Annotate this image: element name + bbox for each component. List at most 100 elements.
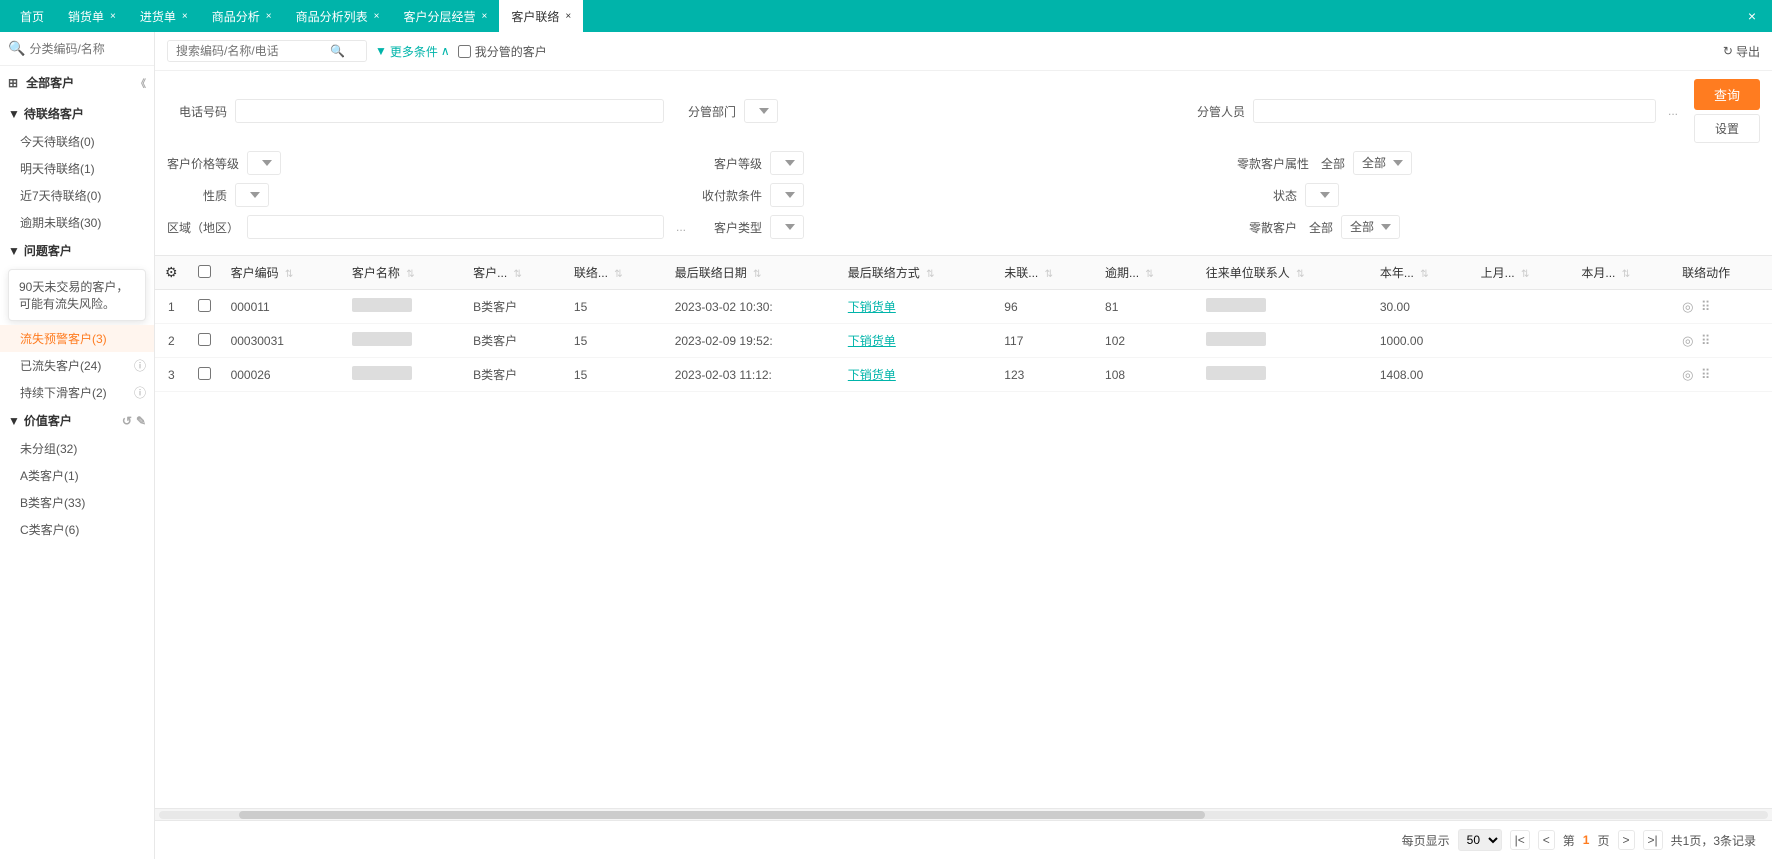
scrollbar-thumb[interactable] (239, 811, 1204, 819)
row-last-way-2[interactable]: 下销货单 (838, 324, 994, 358)
scrollbar-track[interactable] (159, 811, 1768, 819)
settings-icon[interactable]: ⚙ (165, 264, 178, 280)
filter-person: 分管人员 ... (1185, 99, 1682, 123)
table-container[interactable]: ⚙ 客户编码 ⇅ 客户名称 ⇅ (155, 256, 1772, 808)
nav-tab-product-analysis[interactable]: 商品分析 × (200, 0, 284, 32)
row-num-3: 3 (155, 358, 188, 392)
sidebar-item-ungrouped[interactable]: 未分组(32) (0, 435, 154, 462)
status-select[interactable] (1305, 183, 1339, 207)
customer-level-select[interactable] (770, 151, 804, 175)
more-action-btn[interactable]: ⠿ (1701, 333, 1711, 348)
sidebar-item-a-class[interactable]: A类客户(1) (0, 462, 154, 489)
sidebar-item-churned[interactable]: 已流失客户(24) ⓘ (0, 352, 154, 379)
sidebar-item-7days[interactable]: 近7天待联络(0) (0, 182, 154, 209)
th-checkbox[interactable] (188, 256, 221, 290)
zero-customer-select[interactable]: 全部 (1341, 215, 1400, 239)
select-all-checkbox[interactable] (198, 265, 211, 278)
row-actions-1[interactable]: ◎ ⠿ (1672, 290, 1772, 324)
pagination-next-btn[interactable]: > (1618, 830, 1635, 850)
contact-action-btn[interactable]: ◎ (1682, 333, 1693, 348)
collapse-icon[interactable]: 《 (136, 75, 146, 90)
th-last-way[interactable]: 最后联络方式 ⇅ (838, 256, 994, 290)
row-num-1: 1 (155, 290, 188, 324)
pagination-last-btn[interactable]: >| (1643, 830, 1663, 850)
pagination-first-btn[interactable]: |< (1510, 830, 1530, 850)
th-contact-person[interactable]: 往来单位联系人 ⇅ (1196, 256, 1370, 290)
th-unlocked[interactable]: 未联... ⇅ (994, 256, 1095, 290)
row-last-way-1[interactable]: 下销货单 (838, 290, 994, 324)
query-button[interactable]: 查询 (1694, 79, 1760, 110)
area-ellipsis[interactable]: ... (672, 218, 690, 236)
row-last-way-3[interactable]: 下销货单 (838, 358, 994, 392)
more-action-btn[interactable]: ⠿ (1701, 367, 1711, 382)
close-icon[interactable]: × (266, 11, 272, 22)
nav-tab-customer-contact[interactable]: 客户联络 × (499, 0, 583, 32)
payment-select[interactable] (770, 183, 804, 207)
sidebar-item-declining[interactable]: 持续下滑客户(2) ⓘ (0, 379, 154, 406)
row-checkbox-3[interactable] (188, 358, 221, 392)
sidebar-item-churn-warning[interactable]: 流失预警客户(3) (0, 325, 154, 352)
th-last-date[interactable]: 最后联络日期 ⇅ (665, 256, 838, 290)
nav-tab-customer-layer[interactable]: 客户分层经营 × (391, 0, 499, 32)
sidebar-search-input[interactable] (29, 42, 155, 56)
area-input[interactable] (247, 215, 664, 239)
nature-select[interactable] (235, 183, 269, 207)
zero-attr-select[interactable]: 全部 (1353, 151, 1412, 175)
close-icon[interactable]: × (182, 11, 188, 22)
row-checkbox-2[interactable] (188, 324, 221, 358)
sidebar-item-today[interactable]: 今天待联络(0) (0, 128, 154, 155)
th-settings[interactable]: ⚙ (155, 256, 188, 290)
close-icon[interactable]: × (374, 11, 380, 22)
sidebar-section-problem[interactable]: ▼ 问题客户 (0, 236, 154, 265)
more-conditions-btn[interactable]: ▼ 更多条件 ∧ (375, 43, 450, 60)
nav-tab-sales[interactable]: 销货单 × (56, 0, 128, 32)
row-select-2[interactable] (198, 333, 211, 346)
refresh-icon[interactable]: ↺ (122, 414, 132, 428)
per-page-select[interactable]: 50 (1458, 829, 1502, 851)
export-btn[interactable]: ↻ 导出 (1723, 43, 1760, 60)
sidebar-item-tomorrow[interactable]: 明天待联络(1) (0, 155, 154, 182)
row-actions-3[interactable]: ◎ ⠿ (1672, 358, 1772, 392)
close-icon[interactable]: × (110, 11, 116, 22)
row-actions-2[interactable]: ◎ ⠿ (1672, 324, 1772, 358)
contact-action-btn[interactable]: ◎ (1682, 299, 1693, 314)
my-customers-filter[interactable]: 我分管的客户 (458, 43, 547, 60)
edit-icon[interactable]: ✎ (136, 414, 146, 428)
more-action-btn[interactable]: ⠿ (1701, 299, 1711, 314)
row-select-3[interactable] (198, 367, 211, 380)
th-type[interactable]: 客户... ⇅ (463, 256, 564, 290)
pagination-prev-btn[interactable]: < (1538, 830, 1555, 850)
nav-home[interactable]: 首页 (8, 0, 56, 32)
person-ellipsis[interactable]: ... (1664, 102, 1682, 120)
th-name[interactable]: 客户名称 ⇅ (342, 256, 463, 290)
contact-action-btn[interactable]: ◎ (1682, 367, 1693, 382)
horizontal-scrollbar[interactable] (155, 808, 1772, 820)
row-select-1[interactable] (198, 299, 211, 312)
close-icon[interactable]: × (565, 11, 571, 22)
nav-tab-purchase[interactable]: 进货单 × (128, 0, 200, 32)
th-last-month[interactable]: 上月... ⇅ (1471, 256, 1572, 290)
dept-select[interactable] (744, 99, 778, 123)
th-year-amount[interactable]: 本年... ⇅ (1370, 256, 1471, 290)
sidebar-item-c-class[interactable]: C类客户(6) (0, 516, 154, 543)
th-this-month[interactable]: 本月... ⇅ (1571, 256, 1672, 290)
sidebar-section-pending[interactable]: ▼ 待联络客户 (0, 99, 154, 128)
sidebar-item-b-class[interactable]: B类客户(33) (0, 489, 154, 516)
price-level-select[interactable] (247, 151, 281, 175)
my-customers-checkbox[interactable] (458, 45, 471, 58)
nav-tab-product-list[interactable]: 商品分析列表 × (284, 0, 392, 32)
row-checkbox-1[interactable] (188, 290, 221, 324)
close-icon[interactable]: × (481, 11, 487, 22)
settings-button[interactable]: 设置 (1694, 114, 1760, 143)
sidebar-item-overdue[interactable]: 逾期未联络(30) (0, 209, 154, 236)
sidebar-all-customers[interactable]: ⊞ 全部客户 《 (0, 66, 154, 99)
sidebar-section-value[interactable]: ▼ 价值客户 ↺ ✎ (0, 406, 154, 435)
th-code[interactable]: 客户编码 ⇅ (221, 256, 342, 290)
th-overdue[interactable]: 逾期... ⇅ (1095, 256, 1196, 290)
filter-search-input[interactable] (176, 44, 326, 58)
phone-input[interactable] (235, 99, 664, 123)
person-input[interactable] (1253, 99, 1656, 123)
th-contact[interactable]: 联络... ⇅ (564, 256, 665, 290)
window-close-button[interactable]: × (1740, 8, 1764, 24)
customer-type-select[interactable] (770, 215, 804, 239)
